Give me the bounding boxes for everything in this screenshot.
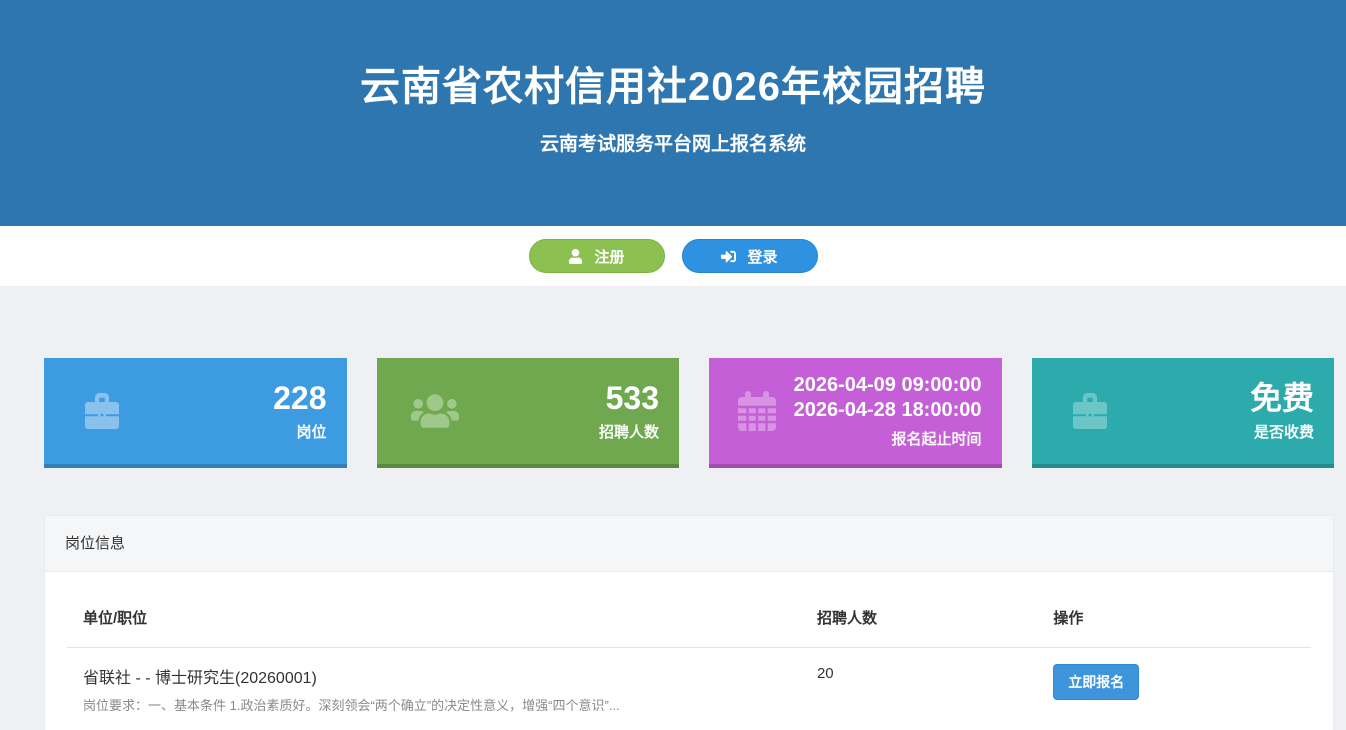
column-header-count: 招聘人数	[801, 592, 1037, 648]
stat-value: 228	[273, 380, 326, 417]
stat-label: 是否收费	[1250, 421, 1314, 442]
job-table: 单位/职位 招聘人数 操作 省联社 - - 博士研究生(20260001) 岗位…	[67, 592, 1311, 730]
stat-value: 免费	[1250, 380, 1314, 417]
stats-row: 228 岗位 533 招聘人数	[44, 358, 1334, 468]
action-cell: 立即报名	[1037, 648, 1311, 730]
register-button-label: 注册	[594, 246, 624, 267]
sign-in-icon	[721, 249, 736, 264]
login-button[interactable]: 登录	[682, 239, 818, 273]
stat-value: 533	[599, 380, 659, 417]
job-title: 省联社 - - 博士研究生(20260001)	[83, 664, 785, 688]
stat-period-end: 2026-04-28 18:00:00	[794, 398, 982, 423]
stat-period-start: 2026-04-09 09:00:00	[794, 373, 982, 398]
page-subtitle: 云南考试服务平台网上报名系统	[0, 129, 1346, 156]
user-icon	[568, 249, 583, 264]
stat-card-headcount: 533 招聘人数	[377, 358, 680, 468]
table-header-row: 单位/职位 招聘人数 操作	[67, 592, 1311, 648]
stat-card-period: 2026-04-09 09:00:00 2026-04-28 18:00:00 …	[709, 358, 1002, 468]
column-header-action: 操作	[1037, 592, 1311, 648]
table-row: 省联社 - - 博士研究生(20260001) 岗位要求：一、基本条件 1.政治…	[67, 648, 1311, 730]
stat-label: 招聘人数	[599, 421, 659, 442]
calendar-icon	[733, 388, 781, 434]
job-description: 岗位要求：一、基本条件 1.政治素质好。深刻领会“两个确立”的决定性意义，增强“…	[83, 695, 785, 714]
briefcase-icon	[1066, 388, 1114, 434]
auth-bar: 注册 登录	[0, 226, 1346, 286]
register-button[interactable]: 注册	[529, 239, 665, 273]
panel-body: 单位/职位 招聘人数 操作 省联社 - - 博士研究生(20260001) 岗位…	[45, 572, 1333, 730]
column-header-position: 单位/职位	[67, 592, 801, 648]
apply-button[interactable]: 立即报名	[1053, 664, 1139, 700]
job-info-panel: 岗位信息 单位/职位 招聘人数 操作 省联社 - - 博士研究生(2026000…	[44, 515, 1334, 730]
stat-card-fee: 免费 是否收费	[1032, 358, 1335, 468]
briefcase-icon	[78, 388, 126, 434]
users-icon	[411, 388, 459, 434]
stat-card-positions: 228 岗位	[44, 358, 347, 468]
login-button-label: 登录	[747, 246, 777, 267]
hero-banner: 云南省农村信用社2026年校园招聘 云南考试服务平台网上报名系统	[0, 0, 1346, 226]
job-count: 20	[801, 648, 1037, 730]
page-title: 云南省农村信用社2026年校园招聘	[0, 54, 1346, 112]
stat-label: 岗位	[273, 421, 326, 442]
job-cell: 省联社 - - 博士研究生(20260001) 岗位要求：一、基本条件 1.政治…	[67, 648, 801, 730]
stat-label: 报名起止时间	[794, 428, 982, 449]
panel-title: 岗位信息	[45, 516, 1333, 572]
